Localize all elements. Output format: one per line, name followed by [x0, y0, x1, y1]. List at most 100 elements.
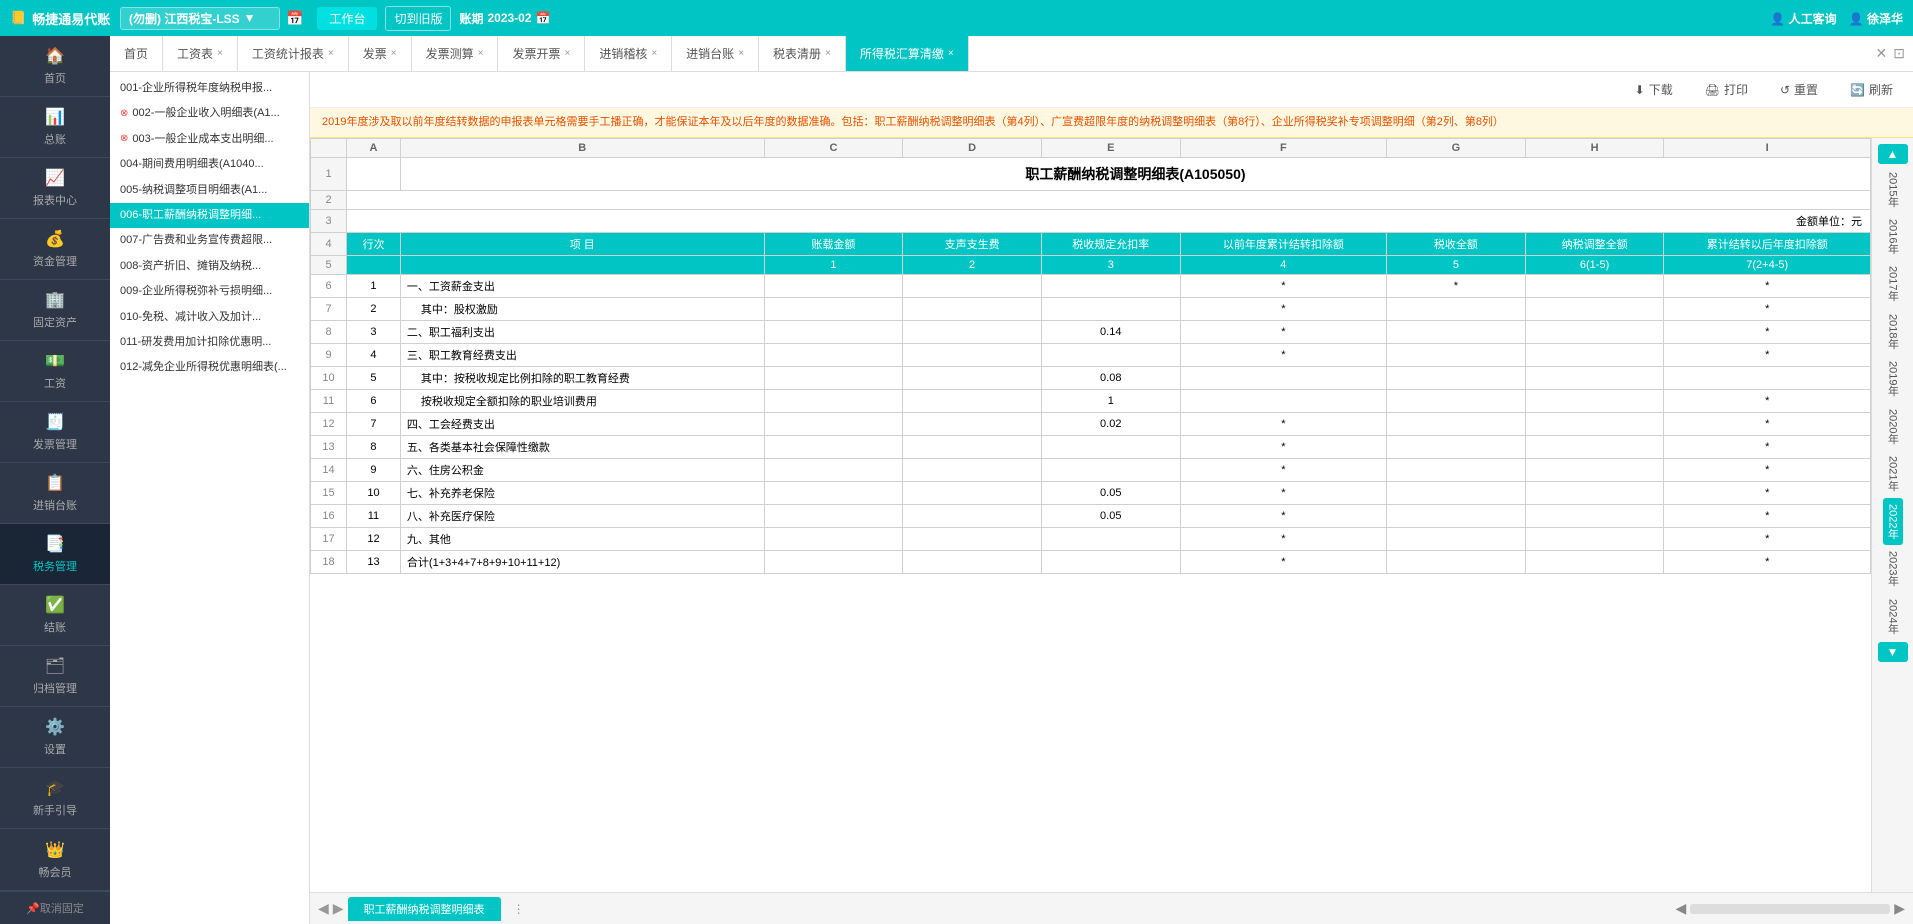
tab-payroll[interactable]: 工资表 × [163, 36, 238, 72]
sidebar-item-tax[interactable]: 📑 税务管理 [0, 524, 110, 585]
bottom-sheet-tab[interactable]: 职工薪酬纳税调整明细表 [348, 897, 501, 921]
sidebar-item-sales-ledger[interactable]: 📋 进销台账 [0, 463, 110, 524]
tab-close-all[interactable]: ✕ [1876, 45, 1888, 62]
c1-13[interactable] [764, 550, 903, 573]
c2-10[interactable] [903, 481, 1042, 504]
sidebar-item-reports[interactable]: 📈 报表中心 [0, 158, 110, 219]
tab-tax-table[interactable]: 税表清册 × [759, 36, 846, 72]
c5-12[interactable] [1387, 527, 1526, 550]
year-up-button[interactable]: ▲ [1878, 144, 1908, 164]
label-6[interactable]: 按税收规定全额扣除的职业培训费用 [400, 389, 764, 412]
tab-sales-ledger[interactable]: 进销台账 × [672, 36, 759, 72]
c1-12[interactable] [764, 527, 903, 550]
year-2015[interactable]: 2015年 [1883, 166, 1903, 213]
seq-13[interactable]: 13 [347, 550, 401, 573]
horizontal-scrollbar[interactable] [1690, 904, 1890, 914]
label-12[interactable]: 九、其他 [400, 527, 764, 550]
c1-2[interactable] [764, 297, 903, 320]
c1-6[interactable] [764, 389, 903, 412]
c2-5[interactable] [903, 366, 1042, 389]
tab-fapiao[interactable]: 发票 × [349, 36, 412, 72]
label-10[interactable]: 七、补充养老保险 [400, 481, 764, 504]
year-2017[interactable]: 2017年 [1883, 260, 1903, 307]
c5-4[interactable] [1387, 343, 1526, 366]
label-2[interactable]: 其中：股权激励 [400, 297, 764, 320]
c3-6[interactable]: 1 [1041, 389, 1180, 412]
tab-sales-audit[interactable]: 进销稽核 × [585, 36, 672, 72]
sheet-nav-right[interactable]: ▶ [333, 900, 344, 917]
c6-7[interactable] [1525, 412, 1664, 435]
seq-5[interactable]: 5 [347, 366, 401, 389]
scroll-left-arrow[interactable]: ◀ [1675, 900, 1686, 917]
tab-income-tax-close[interactable]: × [948, 48, 954, 59]
c1-4[interactable] [764, 343, 903, 366]
calendar-icon[interactable]: 📅 [286, 10, 303, 27]
c5-7[interactable] [1387, 412, 1526, 435]
c5-10[interactable] [1387, 481, 1526, 504]
tab-sales-audit-close[interactable]: × [651, 48, 657, 59]
scroll-right-arrow[interactable]: ▶ [1894, 900, 1905, 917]
c6-6[interactable] [1525, 389, 1664, 412]
label-9[interactable]: 六、住房公积金 [400, 458, 764, 481]
tab-payroll-stats[interactable]: 工资统计报表 × [238, 36, 349, 72]
tab-income-tax[interactable]: 所得税汇算清缴 × [846, 36, 969, 72]
year-2024[interactable]: 2024年 [1883, 593, 1903, 640]
customer-service[interactable]: 👤 人工客询 [1770, 10, 1836, 27]
tab-home[interactable]: 首页 [110, 36, 163, 72]
seq-2[interactable]: 2 [347, 297, 401, 320]
seq-1[interactable]: 1 [347, 274, 401, 297]
unpin-button[interactable]: 📌取消固定 [0, 891, 110, 924]
c1-10[interactable] [764, 481, 903, 504]
c1-8[interactable] [764, 435, 903, 458]
tree-item-008[interactable]: 008-资产折旧、摊销及纳税... [110, 254, 309, 279]
c2-6[interactable] [903, 389, 1042, 412]
sidebar-item-settings[interactable]: ⚙️ 设置 [0, 707, 110, 768]
c6-9[interactable] [1525, 458, 1664, 481]
tree-item-006[interactable]: 006-职工薪酬纳税调整明细... [110, 203, 309, 228]
tab-fapiao-issue[interactable]: 发票开票 × [498, 36, 585, 72]
tree-item-011[interactable]: 011-研发费用加计扣除优惠明... [110, 330, 309, 355]
c2-7[interactable] [903, 412, 1042, 435]
year-2021[interactable]: 2021年 [1883, 450, 1903, 497]
c1-3[interactable] [764, 320, 903, 343]
label-13[interactable]: 合计(1+3+4+7+8+9+10+11+12) [400, 550, 764, 573]
c3-11[interactable]: 0.05 [1041, 504, 1180, 527]
c5-8[interactable] [1387, 435, 1526, 458]
c6-10[interactable] [1525, 481, 1664, 504]
sidebar-item-invoice[interactable]: 🧾 发票管理 [0, 402, 110, 463]
print-button[interactable]: 🖨 打印 [1697, 78, 1756, 101]
c2-11[interactable] [903, 504, 1042, 527]
sheet-nav-left[interactable]: ◀ [318, 900, 329, 917]
c1-5[interactable] [764, 366, 903, 389]
seq-8[interactable]: 8 [347, 435, 401, 458]
c3-2[interactable] [1041, 297, 1180, 320]
c2-9[interactable] [903, 458, 1042, 481]
tab-tax-table-close[interactable]: × [825, 48, 831, 59]
label-7[interactable]: 四、工会经费支出 [400, 412, 764, 435]
year-2020[interactable]: 2020年 [1883, 403, 1903, 450]
c3-13[interactable] [1041, 550, 1180, 573]
c2-13[interactable] [903, 550, 1042, 573]
year-2018[interactable]: 2018年 [1883, 308, 1903, 355]
c1-7[interactable] [764, 412, 903, 435]
c2-2[interactable] [903, 297, 1042, 320]
c5-9[interactable] [1387, 458, 1526, 481]
tab-expand[interactable]: ⊡ [1893, 45, 1905, 62]
label-11[interactable]: 八、补充医疗保险 [400, 504, 764, 527]
c1-9[interactable] [764, 458, 903, 481]
c3-8[interactable] [1041, 435, 1180, 458]
label-3[interactable]: 二、职工福利支出 [400, 320, 764, 343]
year-2023[interactable]: 2023年 [1883, 545, 1903, 592]
tab-fapiao-close[interactable]: × [391, 48, 397, 59]
sidebar-item-closing[interactable]: ✅ 结账 [0, 585, 110, 646]
c3-4[interactable] [1041, 343, 1180, 366]
user-profile[interactable]: 👤 徐泽华 [1849, 10, 1903, 27]
c5-13[interactable] [1387, 550, 1526, 573]
c6-4[interactable] [1525, 343, 1664, 366]
c3-1[interactable] [1041, 274, 1180, 297]
c2-4[interactable] [903, 343, 1042, 366]
c2-1[interactable] [903, 274, 1042, 297]
c7-5[interactable] [1664, 366, 1871, 389]
c2-12[interactable] [903, 527, 1042, 550]
c5-6[interactable] [1387, 389, 1526, 412]
